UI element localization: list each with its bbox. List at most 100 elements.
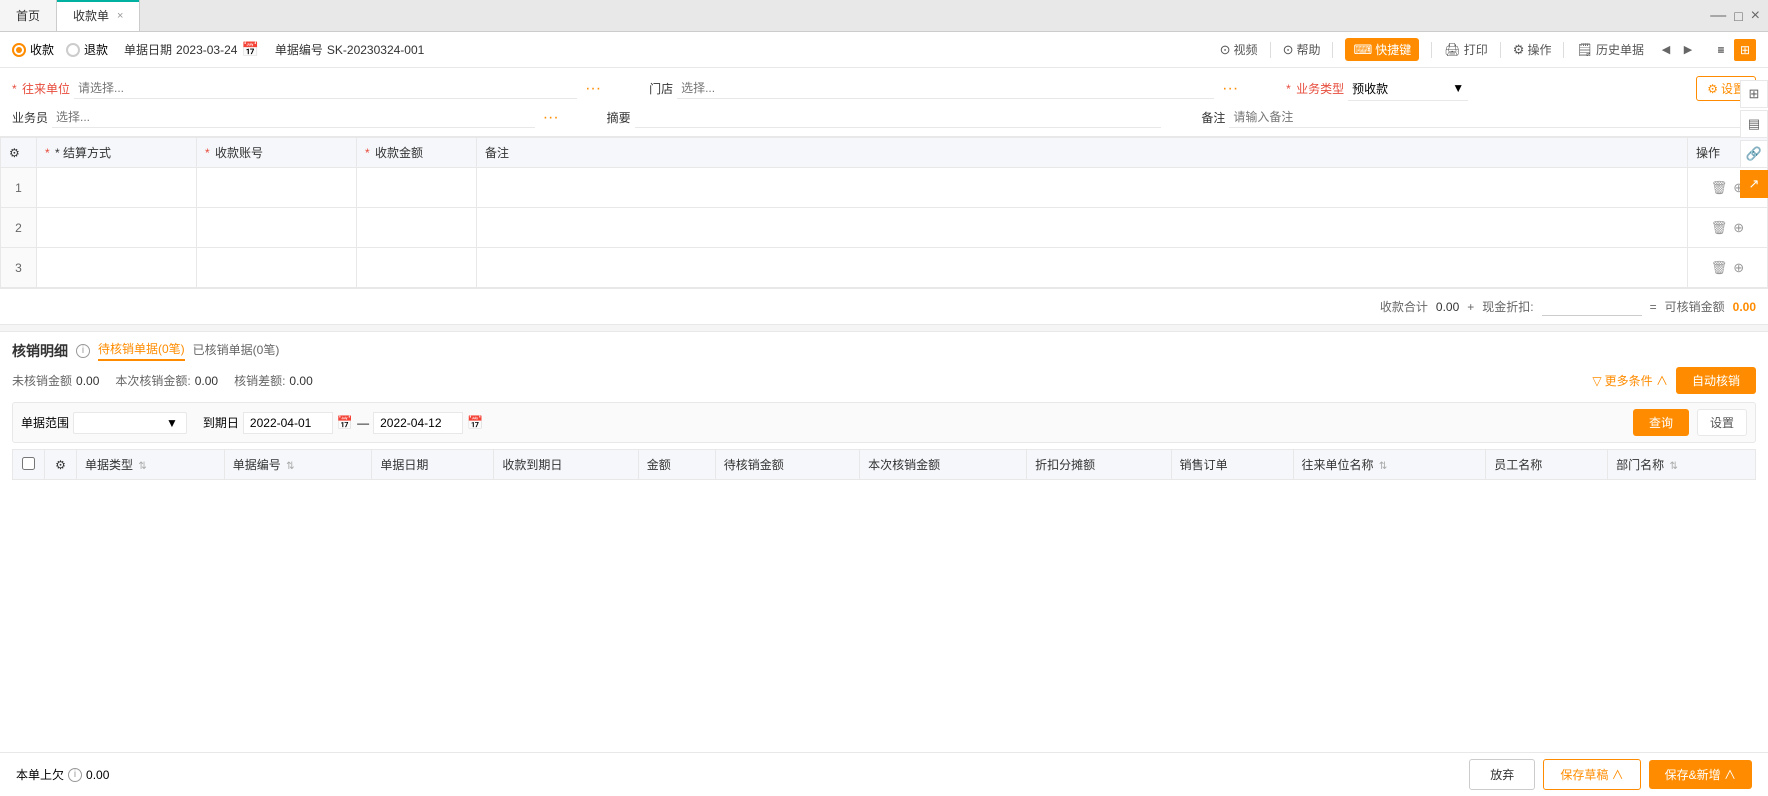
- remark-input-1[interactable]: [477, 168, 1687, 207]
- partner-input[interactable]: [74, 78, 577, 99]
- remark-input[interactable]: [1229, 107, 1756, 128]
- td-account-1[interactable]: [197, 168, 357, 208]
- td-amount-3[interactable]: [357, 248, 477, 288]
- td-payment-method-1[interactable]: [37, 168, 197, 208]
- calendar-from-icon[interactable]: 📅: [337, 415, 353, 431]
- tab-receipt-label: 收款单: [73, 7, 109, 24]
- td-amount-2[interactable]: [357, 208, 477, 248]
- unchecked-stat: 未核销金额 0.00: [12, 372, 99, 389]
- divider4: [1500, 42, 1501, 58]
- history-btn[interactable]: 🗒 历史单据: [1576, 41, 1644, 58]
- verification-info-icon[interactable]: i: [76, 344, 90, 358]
- footer-info-icon[interactable]: i: [68, 768, 82, 782]
- calendar-icon[interactable]: 📅: [241, 41, 258, 58]
- shortcut-btn[interactable]: ⌨ 快捷键: [1345, 38, 1419, 61]
- pending-tab[interactable]: 待核销单据(0笔): [98, 340, 185, 361]
- business-type-select[interactable]: 预收款 ▼: [1348, 77, 1468, 101]
- date-to-input[interactable]: [373, 412, 463, 434]
- account-input-2[interactable]: [197, 208, 356, 247]
- footer-right: 放弃 保存草稿 ∧ 保存&新增 ∧: [1469, 759, 1752, 790]
- bottom-settings-btn[interactable]: 设置: [1697, 409, 1747, 436]
- amount-input-3[interactable]: [357, 248, 476, 287]
- store-input[interactable]: [677, 78, 1214, 99]
- sort-icon-doc-type[interactable]: ⇅: [138, 461, 146, 472]
- td-remark-1[interactable]: [477, 168, 1688, 208]
- range-select[interactable]: ▼: [73, 412, 187, 434]
- auto-verify-btn[interactable]: 自动核销: [1676, 367, 1756, 394]
- print-btn[interactable]: 🖨 打印: [1444, 41, 1488, 58]
- minimize-icon[interactable]: —: [1710, 7, 1726, 25]
- sort-icon-dept[interactable]: ⇅: [1670, 461, 1678, 472]
- abandon-btn[interactable]: 放弃: [1469, 759, 1535, 790]
- select-all-checkbox[interactable]: [22, 457, 35, 470]
- th-settings[interactable]: ⚙: [1, 138, 37, 168]
- calendar-to-icon[interactable]: 📅: [467, 415, 483, 431]
- view-grid-btn[interactable]: ⊞: [1734, 39, 1756, 61]
- video-btn[interactable]: ⊙ 视频: [1220, 41, 1258, 58]
- discount-input[interactable]: [1542, 297, 1642, 316]
- shortcut-label: 快捷键: [1375, 41, 1411, 58]
- remark-input-3[interactable]: [477, 248, 1687, 287]
- summary-input[interactable]: [635, 107, 1162, 128]
- delete-row-1-icon[interactable]: 🗑: [1711, 180, 1728, 196]
- th-checkbox[interactable]: [13, 450, 45, 480]
- nav-next-btn[interactable]: ▶: [1678, 40, 1698, 60]
- sidebar-attach-icon[interactable]: 🔗: [1740, 140, 1768, 168]
- receipt-radio[interactable]: 收款: [12, 41, 54, 58]
- td-account-2[interactable]: [197, 208, 357, 248]
- refund-radio[interactable]: 退款: [66, 41, 108, 58]
- th-amount: * 收款金额: [357, 138, 477, 168]
- sidebar-expand-icon[interactable]: ↗: [1740, 170, 1768, 198]
- amount-input-2[interactable]: [357, 208, 476, 247]
- td-payment-method-3[interactable]: [37, 248, 197, 288]
- history-icon: 🗒: [1576, 42, 1593, 58]
- account-input-1[interactable]: [197, 168, 356, 207]
- current-check-label: 本次核销金额:: [115, 372, 190, 389]
- window-close-icon[interactable]: ×: [1751, 7, 1760, 25]
- sidebar-grid-icon[interactable]: ⊞: [1740, 80, 1768, 108]
- staff-input[interactable]: [52, 107, 535, 128]
- copy-row-2-icon[interactable]: ⊕: [1733, 220, 1744, 236]
- td-remark-3[interactable]: [477, 248, 1688, 288]
- date-from-input[interactable]: [243, 412, 333, 434]
- save-new-btn[interactable]: 保存&新增 ∧: [1649, 760, 1752, 789]
- partner-more-btn[interactable]: ···: [577, 81, 609, 97]
- td-amount-1[interactable]: [357, 168, 477, 208]
- tab-close-icon[interactable]: ×: [117, 10, 123, 22]
- staff-more-btn[interactable]: ···: [535, 110, 567, 126]
- sort-icon-partner[interactable]: ⇅: [1379, 461, 1387, 472]
- th-settings-2[interactable]: ⚙: [45, 450, 77, 480]
- th-remark: 备注: [477, 138, 1688, 168]
- sidebar-list-icon[interactable]: ▤: [1740, 110, 1768, 138]
- delete-row-2-icon[interactable]: 🗑: [1711, 220, 1728, 236]
- account-input-3[interactable]: [197, 248, 356, 287]
- tab-receipt[interactable]: 收款单 ×: [57, 0, 140, 31]
- table-row: 2 🗑 ⊕: [1, 208, 1768, 248]
- th-partner-name: 往来单位名称 ⇅: [1293, 450, 1486, 480]
- payment-method-input-3[interactable]: [37, 248, 196, 287]
- toolbar-right: ⊙ 视频 ⊙ 帮助 ⌨ 快捷键 🖨 打印 ⚙ 操作: [1220, 38, 1756, 61]
- copy-row-3-icon[interactable]: ⊕: [1733, 260, 1744, 276]
- more-conditions-btn[interactable]: ▽ 更多条件 ∧: [1592, 372, 1668, 389]
- done-tab[interactable]: 已核销单据(0笔): [193, 341, 280, 360]
- th-account: * 收款账号: [197, 138, 357, 168]
- help-btn[interactable]: ⊙ 帮助: [1283, 41, 1321, 58]
- nav-prev-btn[interactable]: ◀: [1656, 40, 1676, 60]
- td-payment-method-2[interactable]: [37, 208, 197, 248]
- payment-method-input-1[interactable]: [37, 168, 196, 207]
- payment-method-input-2[interactable]: [37, 208, 196, 247]
- amount-input-1[interactable]: [357, 168, 476, 207]
- td-remark-2[interactable]: [477, 208, 1688, 248]
- view-list-btn[interactable]: ≡: [1710, 39, 1732, 61]
- query-btn[interactable]: 查询: [1633, 409, 1689, 436]
- sort-icon-doc-num[interactable]: ⇅: [286, 461, 294, 472]
- delete-row-3-icon[interactable]: 🗑: [1711, 260, 1728, 276]
- save-draft-btn[interactable]: 保存草稿 ∧: [1543, 759, 1640, 790]
- td-account-3[interactable]: [197, 248, 357, 288]
- tab-home[interactable]: 首页: [0, 0, 57, 31]
- store-more-btn[interactable]: ···: [1214, 81, 1246, 97]
- verification-section: 核销明细 i 待核销单据(0笔) 已核销单据(0笔) 未核销金额 0.00 本次…: [0, 332, 1768, 796]
- ops-btn[interactable]: ⚙ 操作: [1513, 41, 1552, 58]
- remark-input-2[interactable]: [477, 208, 1687, 247]
- maximize-icon[interactable]: □: [1734, 8, 1742, 24]
